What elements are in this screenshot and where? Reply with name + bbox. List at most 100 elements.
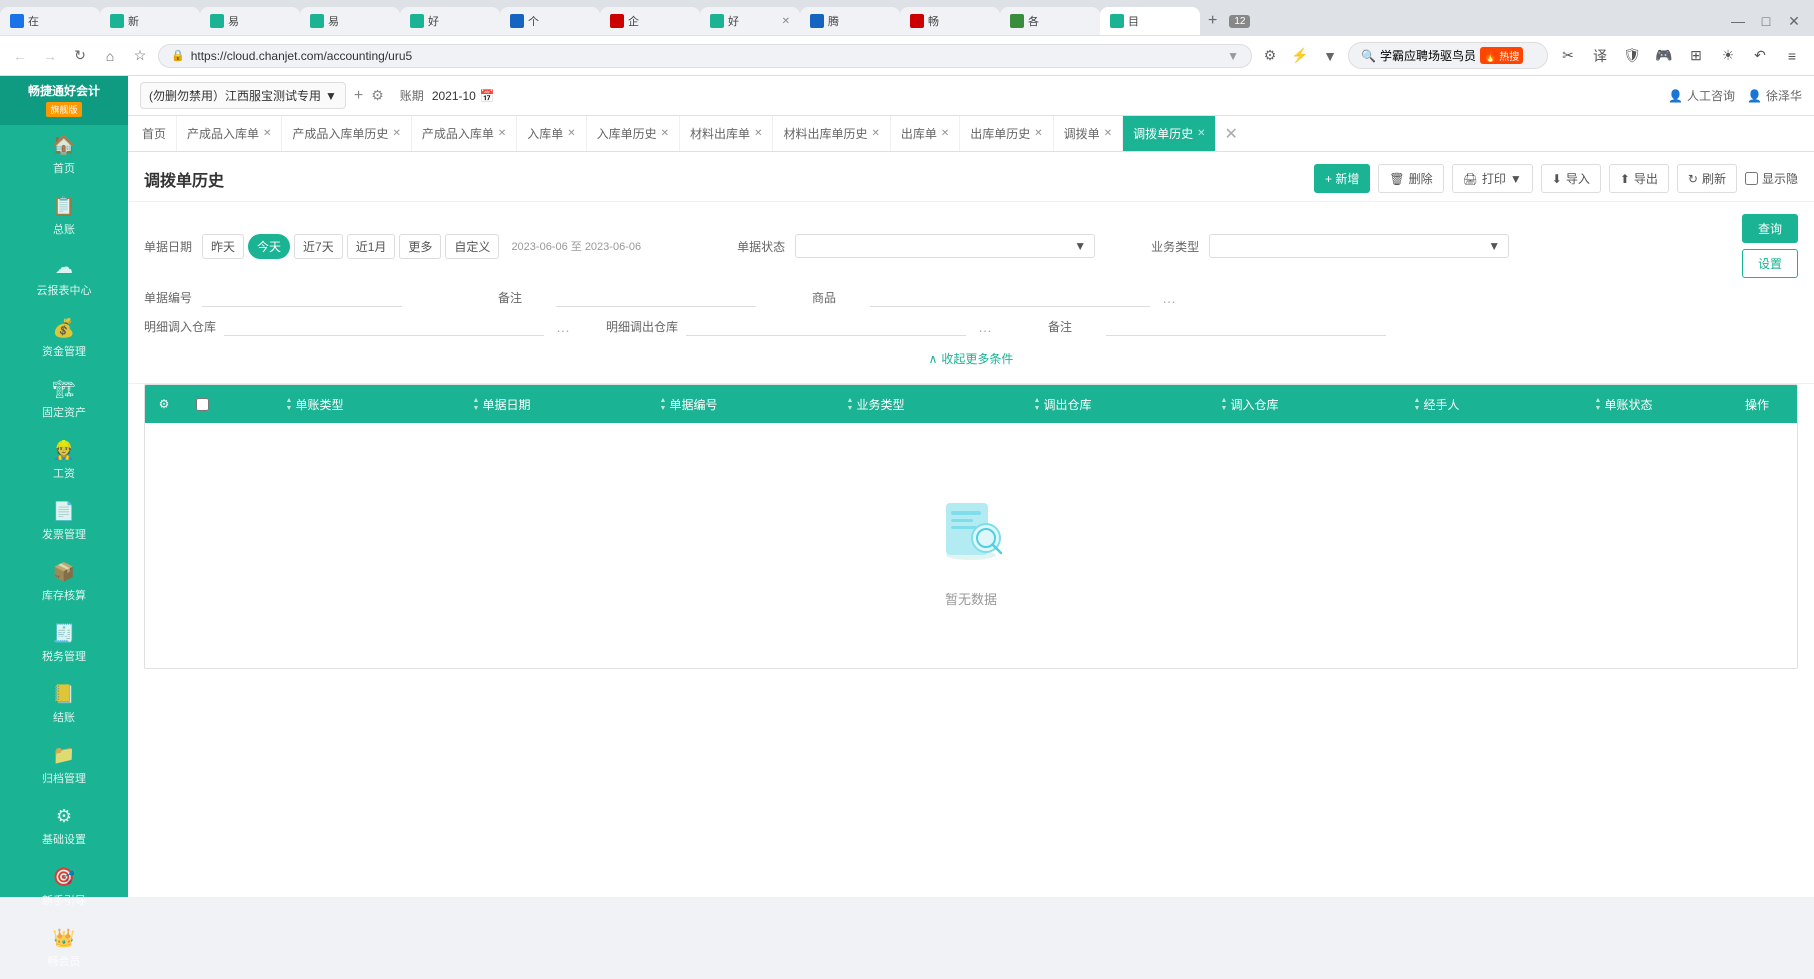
sidebar-item-tax[interactable]: 🧾 税务管理 <box>0 613 128 674</box>
sidebar-item-fixed-assets[interactable]: 🏗 固定资产 <box>0 369 128 430</box>
address-bar[interactable]: 🔒 https://cloud.chanjet.com/accounting/u… <box>158 44 1252 68</box>
scissors-icon[interactable]: ✂ <box>1554 42 1582 70</box>
page-tab-6[interactable]: 材料出库单 ✕ <box>680 116 773 152</box>
page-tab-close-9[interactable]: ✕ <box>1034 128 1042 139</box>
page-tab-close-7[interactable]: ✕ <box>871 128 879 139</box>
menu-icon[interactable]: ≡ <box>1778 42 1806 70</box>
search-bar[interactable]: 🔍 学霸应聘场驱鸟员 🔥 热搜 <box>1348 42 1548 69</box>
maximize-button[interactable]: □ <box>1754 9 1778 33</box>
browser-tab-10[interactable]: 畅 <box>900 7 1000 35</box>
detail-out-more-icon[interactable]: … <box>978 319 992 335</box>
page-tab-close-11[interactable]: ✕ <box>1197 128 1205 139</box>
shield-icon[interactable]: 🛡 <box>1618 42 1646 70</box>
export-button[interactable]: ⬆ 导出 <box>1609 164 1669 193</box>
minimize-button[interactable]: — <box>1726 9 1750 33</box>
page-tab-3[interactable]: 产成品入库单 ✕ <box>412 116 517 152</box>
detail-in-input[interactable] <box>224 317 544 336</box>
page-tab-11[interactable]: 调拨单历史 ✕ <box>1123 116 1216 152</box>
company-selector[interactable]: (勿删勿禁用）江西服宝测试专用 ▼ <box>140 82 346 109</box>
sidebar-item-invoice[interactable]: 📄 发票管理 <box>0 491 128 552</box>
th-bill-no[interactable]: ▲▼ 单据编号 <box>595 396 782 413</box>
collapse-filter-button[interactable]: ∧ 收起更多条件 <box>917 346 1026 371</box>
th-in-warehouse[interactable]: ▲▼ 调入仓库 <box>1156 396 1343 413</box>
browser-tab-9[interactable]: 腾 <box>800 7 900 35</box>
th-handler[interactable]: ▲▼ 经手人 <box>1343 396 1530 413</box>
import-button[interactable]: ⬇ 导入 <box>1541 164 1601 193</box>
sun-icon[interactable]: ☀ <box>1714 42 1742 70</box>
close-button[interactable]: ✕ <box>1782 9 1806 33</box>
custom-btn[interactable]: 自定义 <box>445 234 499 259</box>
table-settings-icon[interactable]: ⚙ <box>145 397 183 411</box>
query-button[interactable]: 查询 <box>1742 214 1798 243</box>
period-value[interactable]: 2021-10 📅 <box>432 89 495 103</box>
detail-out-input[interactable] <box>686 317 966 336</box>
new-tab-button[interactable]: + <box>1200 12 1225 30</box>
th-out-warehouse[interactable]: ▲▼ 调出仓库 <box>969 396 1156 413</box>
browser-tab-11[interactable]: 各 <box>1000 7 1100 35</box>
page-tab-10[interactable]: 调拨单 ✕ <box>1054 116 1123 152</box>
close-all-tabs-button[interactable]: ✕ <box>1216 120 1245 148</box>
sidebar-item-payroll[interactable]: 👷 工资 <box>0 430 128 491</box>
page-tab-2[interactable]: 产成品入库单历史 ✕ <box>282 116 411 152</box>
status-select[interactable]: ▼ <box>795 234 1095 258</box>
1month-btn[interactable]: 近1月 <box>347 234 396 259</box>
show-columns-toggle[interactable]: 显示隐 <box>1745 170 1798 187</box>
customer-service-button[interactable]: 👤 人工咨询 <box>1668 87 1735 104</box>
sidebar-item-inventory[interactable]: 📦 库存核算 <box>0 552 128 613</box>
filter-settings-button[interactable]: 设置 <box>1742 249 1798 278</box>
browser-tab-2[interactable]: 新 <box>100 7 200 35</box>
lightning-button[interactable]: ⚡ <box>1288 44 1312 68</box>
game-icon[interactable]: 🎮 <box>1650 42 1678 70</box>
select-all-checkbox[interactable] <box>196 398 209 411</box>
back-button[interactable]: ← <box>8 44 32 68</box>
goods-more-icon[interactable]: … <box>1162 290 1176 306</box>
page-tab-9[interactable]: 出库单历史 ✕ <box>960 116 1053 152</box>
reload-button[interactable]: ↻ <box>68 44 92 68</box>
more-btn[interactable]: 更多 <box>399 234 441 259</box>
page-tab-4[interactable]: 入库单 ✕ <box>517 116 586 152</box>
th-bill-type[interactable]: ▲▼ 单账类型 <box>221 396 408 413</box>
table-select-all[interactable] <box>183 398 221 411</box>
show-columns-checkbox[interactable] <box>1745 172 1758 185</box>
sidebar-item-cloud-report[interactable]: ☁ 云报表中心 <box>0 247 128 308</box>
sidebar-item-capital[interactable]: 💰 资金管理 <box>0 308 128 369</box>
grid-icon[interactable]: ⊞ <box>1682 42 1710 70</box>
page-tab-home[interactable]: 首页 <box>132 116 177 152</box>
sidebar-item-home[interactable]: 🏠 首页 <box>0 125 128 186</box>
extensions-button[interactable]: ⚙ <box>1258 44 1282 68</box>
delete-button[interactable]: 🗑 删除 <box>1378 164 1443 193</box>
undo-icon[interactable]: ↶ <box>1746 42 1774 70</box>
page-tab-close-3[interactable]: ✕ <box>498 128 506 139</box>
sidebar-item-membership[interactable]: 👑 畅会员 <box>0 918 128 979</box>
page-tab-1[interactable]: 产成品入库单 ✕ <box>177 116 282 152</box>
browser-tab-3[interactable]: 易 <box>200 7 300 35</box>
7days-btn[interactable]: 近7天 <box>294 234 343 259</box>
page-tab-7[interactable]: 材料出库单历史 ✕ <box>773 116 890 152</box>
sidebar-item-guide[interactable]: 🎯 新手引导 <box>0 857 128 918</box>
bookmark-button[interactable]: ☆ <box>128 44 152 68</box>
dropdown-button[interactable]: ▼ <box>1318 44 1342 68</box>
browser-tab-12[interactable]: 目 <box>1100 7 1200 35</box>
page-tab-close-4[interactable]: ✕ <box>567 128 575 139</box>
th-bill-status[interactable]: ▲▼ 单账状态 <box>1530 396 1717 413</box>
detail-in-more-icon[interactable]: … <box>556 319 570 335</box>
sidebar-item-archive[interactable]: 📁 归档管理 <box>0 735 128 796</box>
goods-input[interactable] <box>870 288 1150 307</box>
note2-input[interactable] <box>1106 317 1386 336</box>
new-button[interactable]: + 新增 <box>1314 164 1370 193</box>
browser-tab-5[interactable]: 好 <box>400 7 500 35</box>
note-input[interactable] <box>556 288 756 307</box>
yesterday-btn[interactable]: 昨天 <box>202 234 244 259</box>
browser-tab-4[interactable]: 易 <box>300 7 400 35</box>
browser-tab-6[interactable]: 个 <box>500 7 600 35</box>
settings-gear-icon[interactable]: ⚙ <box>371 87 384 104</box>
browser-tab-8[interactable]: 好 ✕ <box>700 7 800 35</box>
today-btn[interactable]: 今天 <box>248 234 290 259</box>
bill-no-input[interactable] <box>202 288 402 307</box>
page-tab-8[interactable]: 出库单 ✕ <box>891 116 960 152</box>
user-menu[interactable]: 👤 徐泽华 <box>1747 87 1802 104</box>
page-tab-close-8[interactable]: ✕ <box>941 128 949 139</box>
translate-icon[interactable]: 译 <box>1586 42 1614 70</box>
tab-close-8[interactable]: ✕ <box>782 16 790 27</box>
page-tab-close-5[interactable]: ✕ <box>661 128 669 139</box>
